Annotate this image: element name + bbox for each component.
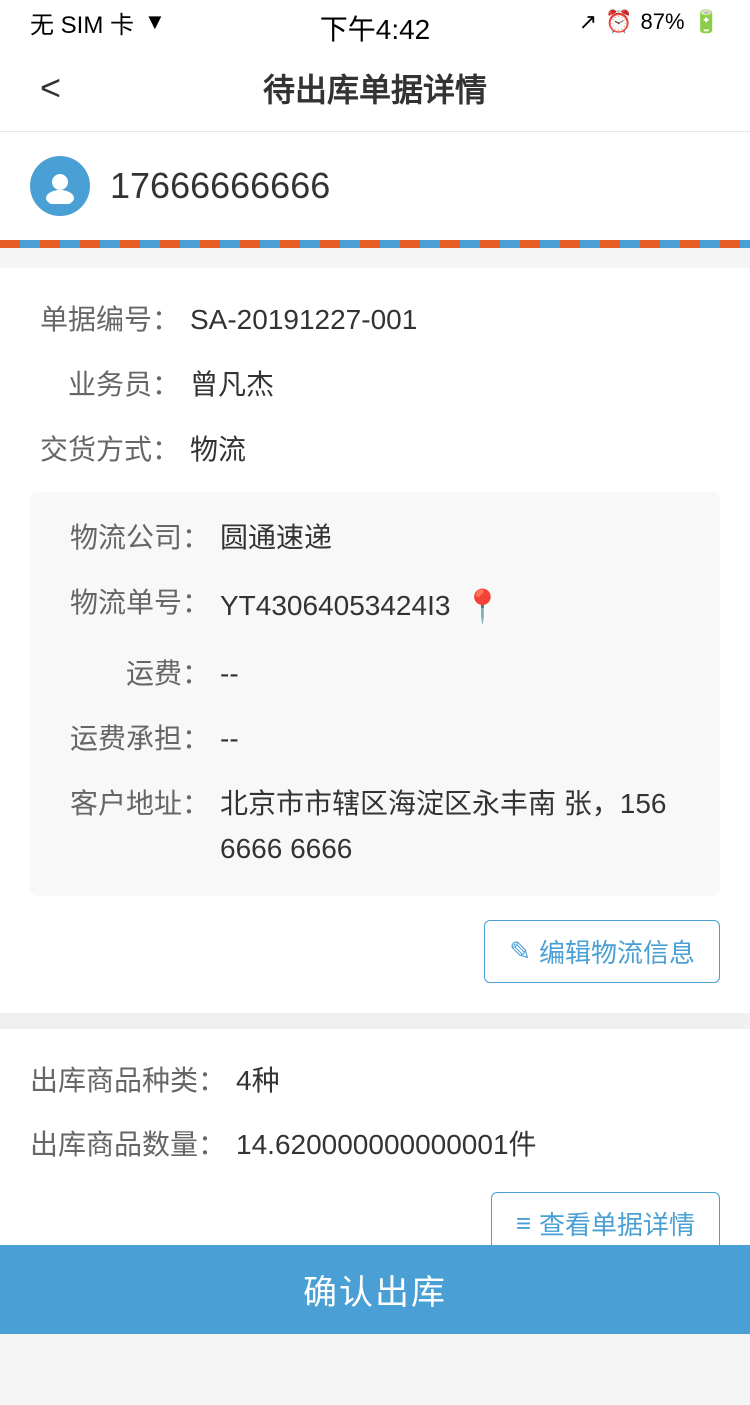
section-separator — [0, 1013, 750, 1029]
status-right: ↗ ⏰ 87% 🔋 — [579, 9, 720, 35]
goods-quantity-label: 出库商品数量： — [30, 1123, 236, 1168]
order-info-section: 单据编号： SA-20191227-001 业务员： 曾凡杰 交货方式： 物流 … — [0, 268, 750, 1013]
delivery-value: 物流 — [190, 428, 720, 473]
order-number-label: 单据编号： — [30, 298, 190, 343]
list-icon: ≡ — [516, 1208, 531, 1239]
alarm-icon: ⏰ — [605, 9, 632, 35]
delivery-row: 交货方式： 物流 — [30, 428, 720, 473]
tracking-location-icon[interactable]: 📍 — [462, 581, 502, 632]
status-bar: 无 SIM 卡 ▼ 下午4:42 ↗ ⏰ 87% 🔋 — [0, 0, 750, 44]
wifi-icon: ▼ — [144, 9, 166, 35]
goods-types-label: 出库商品种类： — [30, 1059, 236, 1104]
goods-quantity-row: 出库商品数量： 14.620000000000001件 — [30, 1123, 720, 1168]
avatar — [30, 156, 90, 216]
goods-quantity-value: 14.620000000000001件 — [236, 1123, 720, 1168]
address-label: 客户地址： — [60, 782, 220, 827]
carrier-text: 无 SIM 卡 — [30, 5, 134, 40]
freight-bearer-value: -- — [220, 717, 690, 762]
order-number-row: 单据编号： SA-20191227-001 — [30, 298, 720, 343]
freight-bearer-row: 运费承担： -- — [60, 717, 690, 762]
freight-bearer-label: 运费承担： — [60, 717, 220, 762]
goods-types-value: 4种 — [236, 1059, 720, 1104]
order-number-value: SA-20191227-001 — [190, 298, 720, 343]
tracking-label: 物流单号： — [60, 581, 220, 626]
customer-card: 17666666666 — [0, 132, 750, 240]
battery-text: 87% — [641, 9, 685, 35]
location-status-icon: ↗ — [579, 9, 597, 35]
delivery-label: 交货方式： — [30, 428, 190, 473]
edit-icon: ✎ — [509, 936, 531, 967]
agent-label: 业务员： — [30, 363, 190, 408]
agent-value: 曾凡杰 — [190, 363, 720, 408]
freight-value: -- — [220, 652, 690, 697]
tracking-row: 物流单号： YT43064053424I3 📍 — [60, 581, 690, 632]
agent-row: 业务员： 曾凡杰 — [30, 363, 720, 408]
freight-label: 运费： — [60, 652, 220, 697]
edit-logistics-btn-wrapper: ✎ 编辑物流信息 — [30, 920, 720, 983]
logistics-company-value: 圆通速递 — [220, 516, 690, 561]
freight-row: 运费： -- — [60, 652, 690, 697]
confirm-button[interactable]: 确认出库 — [0, 1265, 750, 1314]
goods-types-row: 出库商品种类： 4种 — [30, 1059, 720, 1104]
status-left: 无 SIM 卡 ▼ — [30, 5, 166, 40]
customer-phone: 17666666666 — [110, 165, 330, 207]
page-title: 待出库单据详情 — [263, 65, 487, 111]
dashed-divider — [0, 240, 750, 248]
battery-icon: 🔋 — [693, 9, 720, 35]
edit-logistics-button[interactable]: ✎ 编辑物流信息 — [484, 920, 720, 983]
back-button[interactable]: < — [30, 57, 71, 119]
status-time: 下午4:42 — [320, 8, 431, 48]
nav-bar: < 待出库单据详情 — [0, 44, 750, 132]
tracking-value: YT43064053424I3 📍 — [220, 581, 690, 632]
logistics-company-label: 物流公司： — [60, 516, 220, 561]
address-row: 客户地址： 北京市市辖区海淀区永丰南 张，156 6666 6666 — [60, 782, 690, 872]
address-value: 北京市市辖区海淀区永丰南 张，156 6666 6666 — [220, 782, 690, 872]
logistics-company-row: 物流公司： 圆通速递 — [60, 516, 690, 561]
logistics-card: 物流公司： 圆通速递 物流单号： YT43064053424I3 📍 运费： -… — [30, 492, 720, 895]
confirm-btn-wrapper[interactable]: 确认出库 — [0, 1245, 750, 1334]
